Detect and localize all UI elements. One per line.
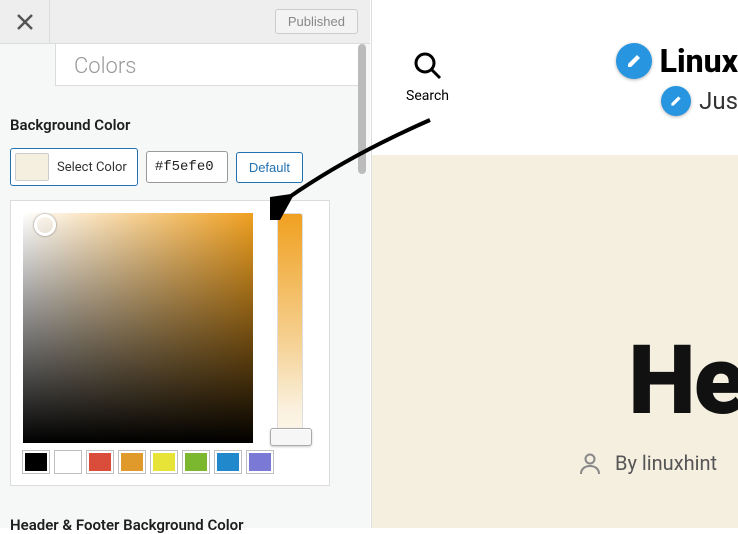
site-titles: Linux Jus xyxy=(611,42,738,116)
close-icon xyxy=(16,13,34,31)
color-picker xyxy=(10,200,330,486)
panel-header: Published xyxy=(0,0,370,44)
post-heading[interactable]: He xyxy=(628,325,738,437)
default-button[interactable]: Default xyxy=(236,152,303,183)
color-controls-row: Select Color Default xyxy=(10,148,360,186)
hue-slider[interactable] xyxy=(277,213,303,443)
site-title[interactable]: Linux xyxy=(660,42,738,80)
palette-swatch[interactable] xyxy=(87,451,113,473)
palette-swatch[interactable] xyxy=(215,451,241,473)
palette-swatch[interactable] xyxy=(23,451,49,473)
edit-title-button[interactable] xyxy=(616,43,652,79)
scrollbar[interactable] xyxy=(358,44,368,524)
palette-swatch[interactable] xyxy=(247,451,273,473)
colors-section-dropdown[interactable]: Colors xyxy=(55,44,364,86)
close-button[interactable] xyxy=(0,0,50,44)
tagline[interactable]: Jus xyxy=(699,87,738,115)
scrollbar-thumb[interactable] xyxy=(358,44,366,174)
saturation-handle[interactable] xyxy=(34,214,56,236)
pencil-icon xyxy=(625,52,643,70)
customizer-panel: Published Colors Background Color Select… xyxy=(0,0,370,528)
palette-swatch[interactable] xyxy=(151,451,177,473)
palette-swatch[interactable] xyxy=(119,451,145,473)
edit-tagline-button[interactable] xyxy=(661,86,691,116)
pencil-icon xyxy=(669,94,683,108)
current-color-swatch xyxy=(15,153,49,181)
search-icon xyxy=(412,50,444,82)
hue-slider-wrap xyxy=(277,213,303,443)
hue-handle[interactable] xyxy=(270,428,312,446)
palette-swatch[interactable] xyxy=(55,451,81,473)
picker-row xyxy=(23,213,317,443)
colors-dropdown-label: Colors xyxy=(74,54,136,79)
byline: By linuxhint xyxy=(577,450,717,476)
background-color-label: Background Color xyxy=(10,116,360,134)
select-color-label: Select Color xyxy=(57,160,127,175)
published-button[interactable]: Published xyxy=(275,9,358,34)
preview-content-area: He By linuxhint xyxy=(372,155,738,528)
palette-swatch[interactable] xyxy=(183,451,209,473)
sat-black-gradient xyxy=(23,213,253,443)
preview-header: Search Linux Jus xyxy=(372,0,738,155)
palette-row xyxy=(23,451,317,473)
tagline-row: Jus xyxy=(611,86,738,116)
user-icon xyxy=(577,450,603,476)
header-footer-bg-label: Header & Footer Background Color xyxy=(10,516,360,534)
search-button[interactable]: Search xyxy=(406,50,449,104)
select-color-button[interactable]: Select Color xyxy=(10,148,138,186)
byline-text: By linuxhint xyxy=(615,451,717,475)
saturation-field[interactable] xyxy=(23,213,253,443)
site-preview: Search Linux Jus He By linuxhi xyxy=(371,0,738,528)
search-label: Search xyxy=(406,88,449,104)
title-row: Linux xyxy=(611,42,738,80)
hex-input[interactable] xyxy=(146,151,228,183)
